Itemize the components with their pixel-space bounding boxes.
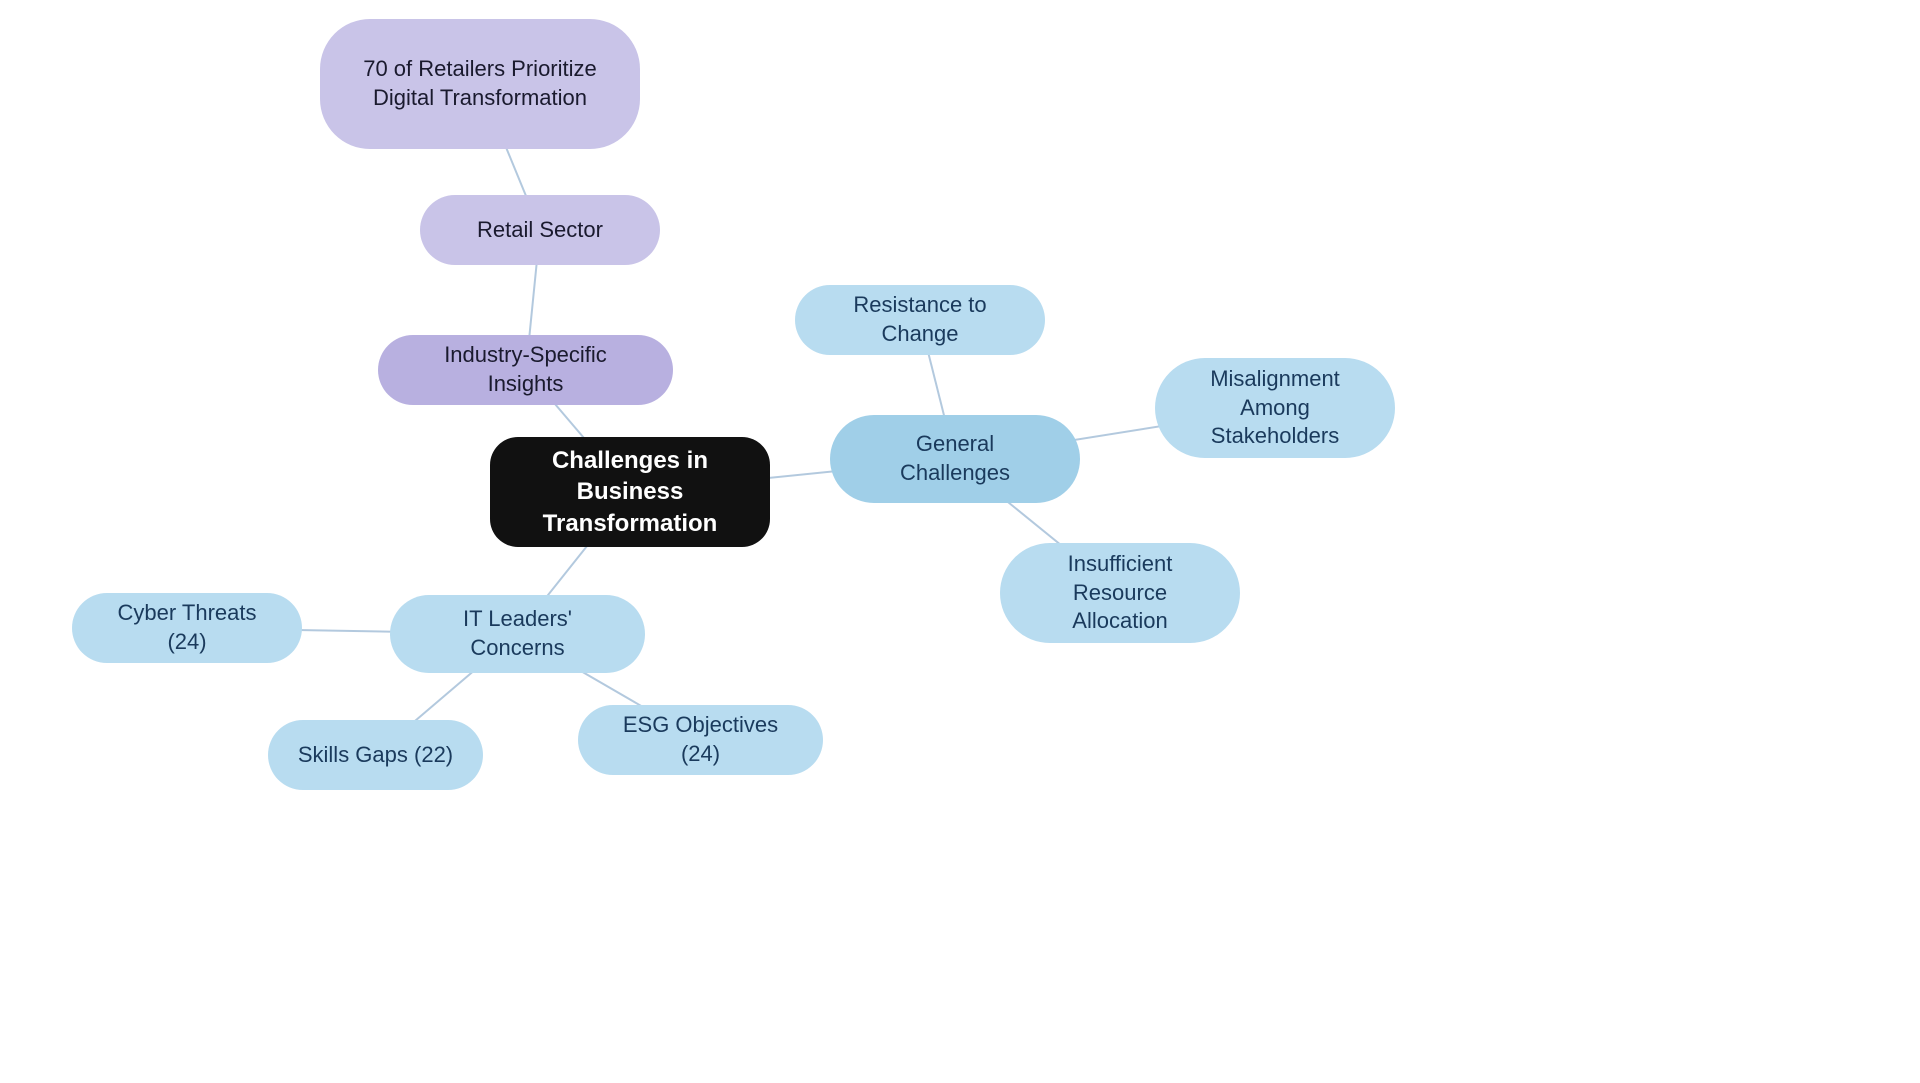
cyber-threats-label: Cyber Threats (24) — [100, 599, 274, 656]
misalignment-label: Misalignment Among Stakeholders — [1183, 365, 1367, 451]
general-challenges-label: General Challenges — [858, 430, 1052, 487]
retailers-digital-node[interactable]: 70 of Retailers Prioritize Digital Trans… — [320, 19, 640, 149]
retail-sector-label: Retail Sector — [477, 216, 603, 245]
it-leaders-concerns-label: IT Leaders' Concerns — [418, 605, 617, 662]
esg-objectives-label: ESG Objectives (24) — [606, 711, 795, 768]
skills-gaps-node[interactable]: Skills Gaps (22) — [268, 720, 483, 790]
skills-gaps-label: Skills Gaps (22) — [298, 741, 453, 770]
insufficient-resource-node[interactable]: Insufficient Resource Allocation — [1000, 543, 1240, 643]
insufficient-resource-label: Insufficient Resource Allocation — [1028, 550, 1212, 636]
industry-insights-node[interactable]: Industry-Specific Insights — [378, 335, 673, 405]
general-challenges-node[interactable]: General Challenges — [830, 415, 1080, 503]
resistance-to-change-label: Resistance to Change — [823, 291, 1017, 348]
center-node[interactable]: Challenges in Business Transformation — [490, 437, 770, 547]
misalignment-node[interactable]: Misalignment Among Stakeholders — [1155, 358, 1395, 458]
esg-objectives-node[interactable]: ESG Objectives (24) — [578, 705, 823, 775]
retail-sector-node[interactable]: Retail Sector — [420, 195, 660, 265]
center-label: Challenges in Business Transformation — [518, 445, 742, 539]
industry-insights-label: Industry-Specific Insights — [406, 341, 645, 398]
it-leaders-concerns-node[interactable]: IT Leaders' Concerns — [390, 595, 645, 673]
cyber-threats-node[interactable]: Cyber Threats (24) — [72, 593, 302, 663]
retailers-digital-label: 70 of Retailers Prioritize Digital Trans… — [348, 55, 612, 112]
resistance-to-change-node[interactable]: Resistance to Change — [795, 285, 1045, 355]
